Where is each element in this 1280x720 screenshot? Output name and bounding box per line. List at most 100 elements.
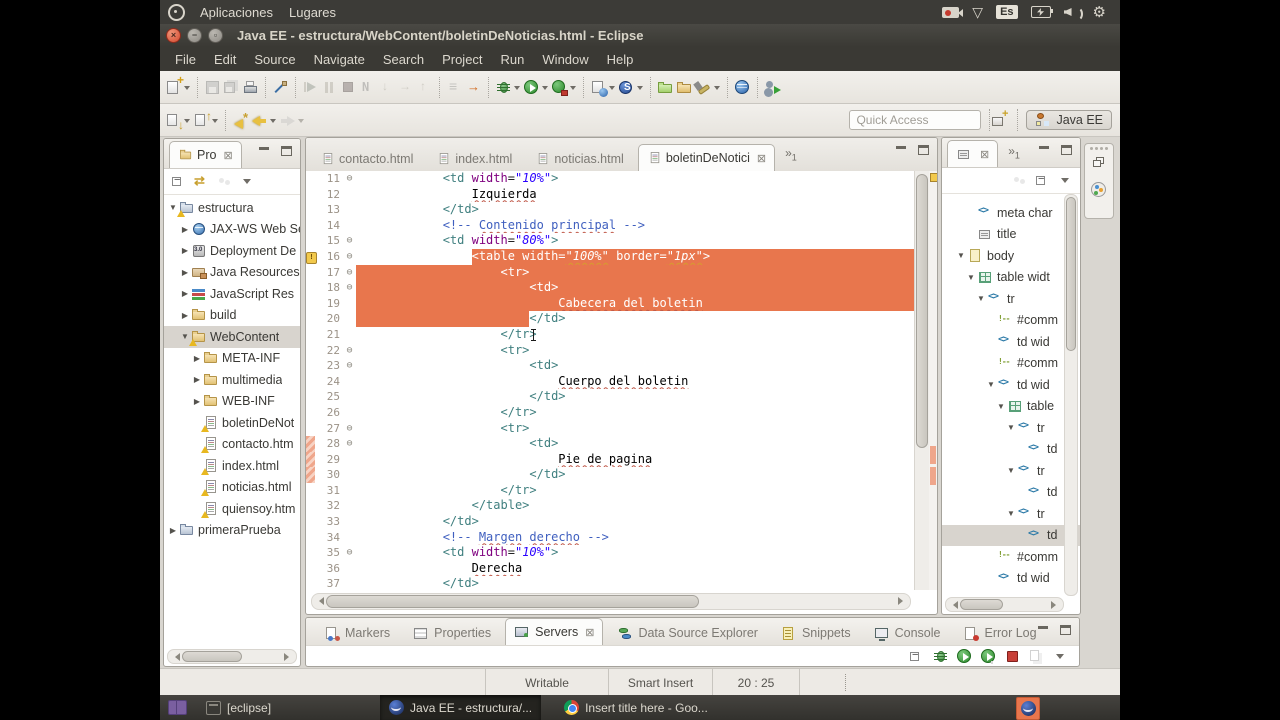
code-line-text[interactable]: <td> xyxy=(356,436,937,452)
code-line-26[interactable]: 26 </tr> xyxy=(306,405,937,421)
fold-toggle-icon[interactable]: ⊖ xyxy=(343,265,356,281)
maximize-view-button[interactable] xyxy=(917,144,932,157)
editor-tab-contacto-html[interactable]: contacto.html xyxy=(311,146,422,171)
debug-dropdown-arrow[interactable] xyxy=(514,85,520,93)
maximize-view-button[interactable] xyxy=(1059,624,1074,637)
tab-properties[interactable]: Properties xyxy=(404,620,500,645)
scrollbar-thumb[interactable] xyxy=(916,174,928,449)
open-folder-button[interactable] xyxy=(675,77,694,98)
tree-item-tr[interactable]: ▼ tr xyxy=(942,417,1080,439)
outline-vscrollbar[interactable] xyxy=(1064,194,1078,596)
code-line-28[interactable]: 28 ⊖ <td> xyxy=(306,436,937,452)
scroll-right-icon[interactable] xyxy=(284,653,293,661)
close-view-icon[interactable]: ⊠ xyxy=(980,148,989,161)
code-line-35[interactable]: 35 ⊖ <td width = "10%" > xyxy=(306,545,937,561)
window-minimize-button[interactable]: − xyxy=(187,28,202,43)
menu-run[interactable]: Run xyxy=(492,49,534,70)
tree-expander-icon[interactable]: ▼ xyxy=(1005,509,1017,518)
minimize-view-button[interactable] xyxy=(257,145,272,158)
palette-view-icon[interactable] xyxy=(1091,182,1108,199)
tree-item-td-wid[interactable]: ▼ td wid xyxy=(942,374,1080,396)
tree-item-comm[interactable]: #comm xyxy=(942,310,1080,332)
editor-hscrollbar[interactable] xyxy=(311,593,911,610)
code-line-text[interactable]: </td> xyxy=(356,311,937,327)
scroll-right-icon[interactable] xyxy=(1051,601,1060,609)
scroll-left-icon[interactable] xyxy=(171,653,180,661)
keyboard-layout-icon[interactable]: Es xyxy=(996,5,1018,19)
run-dropdown-arrow[interactable] xyxy=(542,85,548,93)
tree-item-web-inf[interactable]: ▶ WEB-INF xyxy=(164,391,300,413)
code-line-19[interactable]: 19 Cabecera del boletin xyxy=(306,295,937,312)
minimize-view-button[interactable] xyxy=(894,144,909,157)
fold-toggle-icon[interactable]: ⊖ xyxy=(343,280,356,296)
tree-expander-icon[interactable]: ▶ xyxy=(191,375,203,384)
task-java-ee-estructura[interactable]: Java EE - estructura/... xyxy=(380,695,542,720)
code-line-text[interactable]: <tr> xyxy=(356,421,937,437)
menu-navigate[interactable]: Navigate xyxy=(305,49,374,70)
menu-aplicaciones[interactable]: Aplicaciones xyxy=(192,2,281,23)
outline-hscrollbar[interactable] xyxy=(945,597,1064,612)
tree-expander-icon[interactable]: ▼ xyxy=(985,380,997,389)
occurrence-mark[interactable] xyxy=(930,446,936,464)
code-line-text[interactable]: </table> xyxy=(356,498,937,514)
javaee-perspective-button[interactable]: Java EE xyxy=(1026,110,1112,130)
minimize-view-button[interactable] xyxy=(1037,144,1052,157)
overview-ruler[interactable] xyxy=(929,171,937,590)
fold-toggle-icon[interactable]: ⊖ xyxy=(343,436,356,452)
tree-item-contacto-htm[interactable]: contacto.htm xyxy=(164,434,300,456)
tree-expander-icon[interactable]: ▶ xyxy=(179,289,191,298)
tree-item-estructura[interactable]: ▼ estructura xyxy=(164,197,300,219)
code-line-16[interactable]: ! 16 ⊖ <table width="100%" border="1px"> xyxy=(306,248,937,265)
fold-toggle-icon[interactable]: ⊖ xyxy=(343,233,356,249)
code-line-text[interactable]: </td> xyxy=(356,576,937,592)
tree-expander-icon[interactable]: ▶ xyxy=(179,268,191,277)
scroll-left-icon[interactable] xyxy=(315,597,324,605)
code-line-22[interactable]: 22 ⊖ <tr> xyxy=(306,343,937,359)
debug-button[interactable] xyxy=(494,77,522,98)
search-dropdown-arrow[interactable] xyxy=(714,85,720,93)
code-line-text[interactable]: </td> xyxy=(356,514,937,530)
code-line-text[interactable]: <td width = "80%" > xyxy=(356,233,937,249)
tree-item-title[interactable]: title xyxy=(942,224,1080,246)
tree-item-index-html[interactable]: index.html xyxy=(164,455,300,477)
scrollbar-thumb[interactable] xyxy=(960,599,1003,610)
tree-item-table[interactable]: ▼ table xyxy=(942,396,1080,418)
scrollbar-thumb[interactable] xyxy=(1066,197,1076,351)
tree-expander-icon[interactable]: ▶ xyxy=(179,225,191,234)
task-insert-title-here-goo[interactable]: Insert title here - Goo... xyxy=(555,695,717,720)
tree-item-multimedia[interactable]: ▶ multimedia xyxy=(164,369,300,391)
launch-tool-button[interactable] xyxy=(464,77,483,98)
workspace-switcher-icon[interactable] xyxy=(168,700,187,715)
stop-server-icon[interactable] xyxy=(1004,648,1021,665)
screen-recorder-icon[interactable] xyxy=(942,6,960,18)
search-button[interactable] xyxy=(694,77,722,98)
synchronize-button[interactable] xyxy=(763,77,782,98)
new-wizard-button[interactable] xyxy=(164,73,192,98)
menu-window[interactable]: Window xyxy=(533,49,597,70)
tree-item-td[interactable]: td xyxy=(942,524,1080,546)
run-external-dropdown-arrow[interactable] xyxy=(570,85,576,93)
tree-expander-icon[interactable]: ▼ xyxy=(995,402,1007,411)
task-eclipse[interactable]: [eclipse] xyxy=(197,695,280,720)
close-view-icon[interactable]: ⊠ xyxy=(223,149,232,162)
tree-expander-icon[interactable]: ▶ xyxy=(179,246,191,255)
quick-access-input[interactable] xyxy=(849,110,982,130)
tree-item-tr[interactable]: ▼ tr xyxy=(942,503,1080,525)
view-menu-icon[interactable] xyxy=(1052,648,1069,665)
code-line-text[interactable]: <td width = "10%" > xyxy=(356,171,937,187)
menu-lugares[interactable]: Lugares xyxy=(281,2,344,23)
tree-expander-icon[interactable]: ▼ xyxy=(965,273,977,282)
tree-item-java-resources[interactable]: ▶ Java Resources xyxy=(164,262,300,284)
start-server-icon[interactable] xyxy=(956,648,973,665)
menu-project[interactable]: Project xyxy=(433,49,491,70)
code-line-text[interactable]: Cabecera del boletin xyxy=(356,295,937,312)
tree-expander-icon[interactable]: ▼ xyxy=(1005,423,1017,432)
print-button[interactable] xyxy=(241,77,260,98)
code-line-text[interactable]: Pie de pagina xyxy=(356,452,937,468)
run-button[interactable] xyxy=(522,77,550,98)
settings-gear-icon[interactable]: ⚙ xyxy=(1093,5,1106,20)
taskbar-eclipse-launcher[interactable] xyxy=(1016,697,1040,720)
code-line-text[interactable]: <table width="100%" border="1px"> xyxy=(356,248,937,265)
tree-item-jax-ws-web-se[interactable]: ▶ JAX-WS Web Se xyxy=(164,219,300,241)
scrollbar-thumb[interactable] xyxy=(326,595,699,608)
